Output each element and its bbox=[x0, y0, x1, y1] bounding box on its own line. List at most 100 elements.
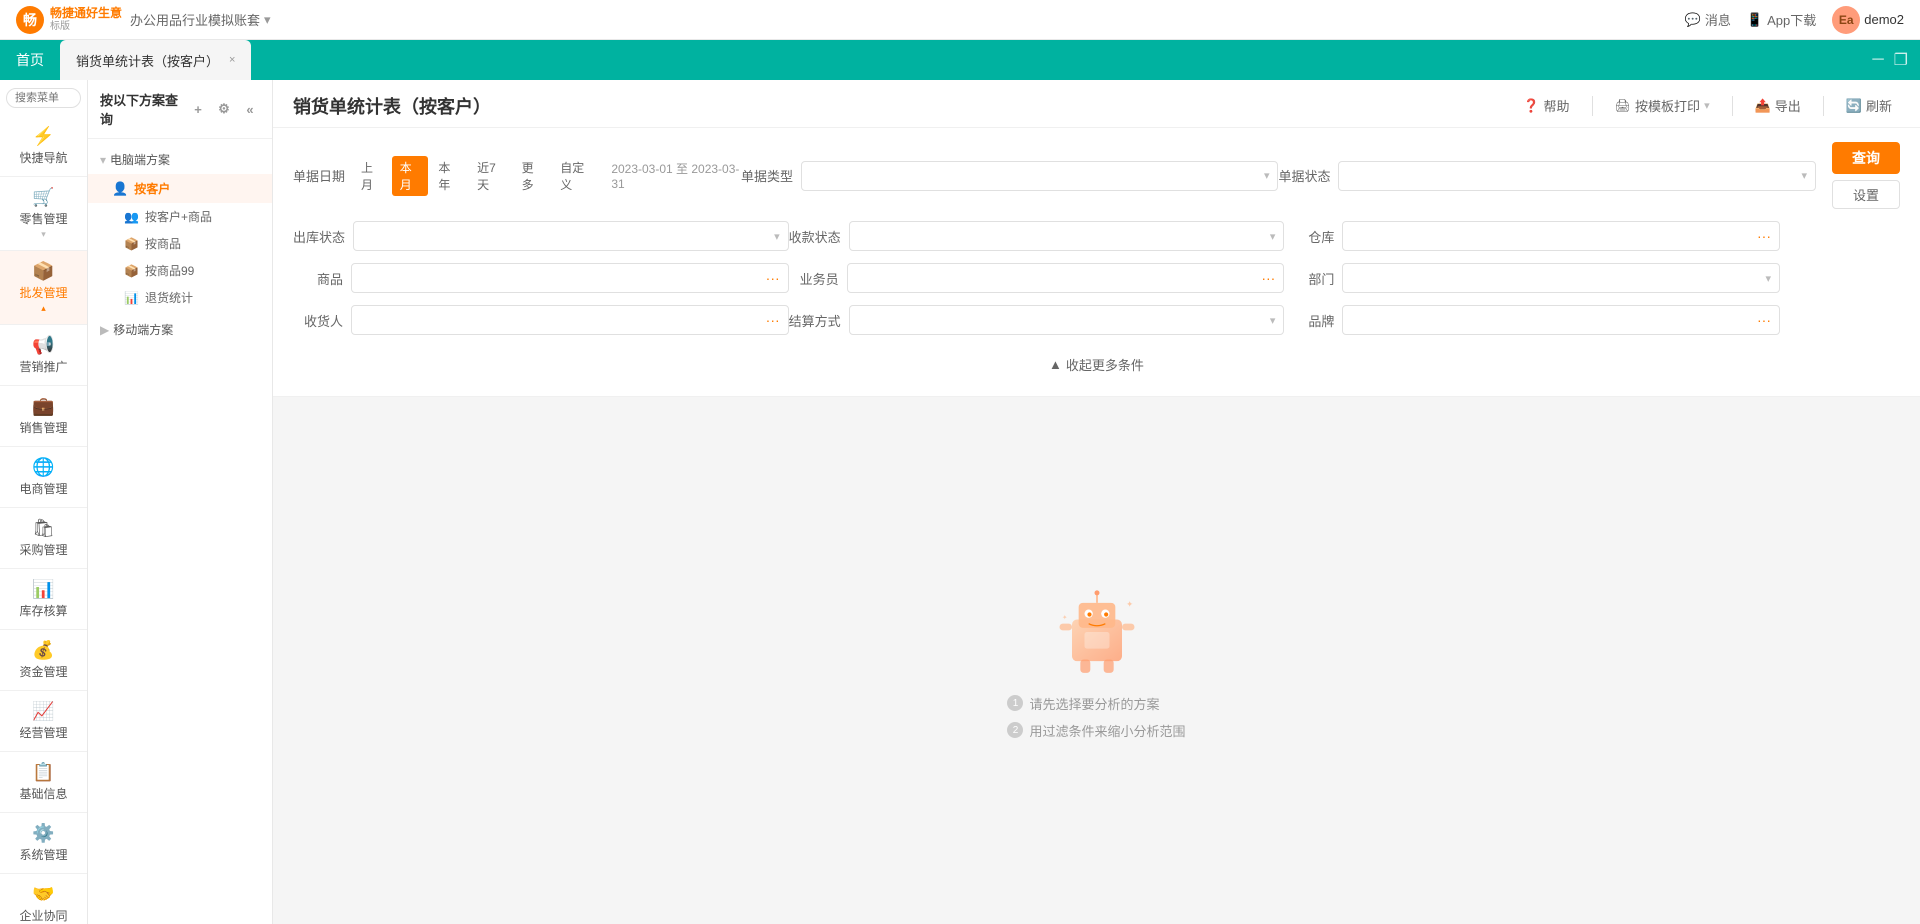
main-layout: ⚡ 快捷导航 🛒 零售管理 ▾ 📦 批发管理 ▴ 📢 营销推广 💼 销售管理 🌐… bbox=[0, 80, 1920, 924]
separator-2 bbox=[1732, 96, 1733, 116]
purchase-icon: 🛍 bbox=[32, 518, 55, 539]
sidebar-item-retail[interactable]: 🛒 零售管理 ▾ bbox=[0, 177, 87, 251]
help-button[interactable]: ❓ 帮助 bbox=[1515, 92, 1577, 119]
salesperson-label: 业务员 bbox=[789, 269, 839, 288]
collapse-conditions-button[interactable]: ▲ 收起更多条件 bbox=[293, 347, 1900, 382]
sidebar-item-inventory[interactable]: 📊 库存核算 bbox=[0, 569, 87, 630]
tab-home[interactable]: 首页 bbox=[0, 40, 60, 80]
order-status-input[interactable]: ▾ bbox=[1338, 161, 1816, 191]
message-button[interactable]: 💬 消息 bbox=[1685, 10, 1731, 29]
left-panel-header: 按以下方案查询 + ⚙ « bbox=[88, 80, 272, 139]
department-filter: 部门 ▾ bbox=[1284, 263, 1780, 293]
sidebar-item-operation[interactable]: 📈 经营管理 bbox=[0, 691, 87, 752]
app-download-icon: 📱 bbox=[1747, 12, 1763, 28]
user-profile[interactable]: Ea demo2 bbox=[1832, 6, 1904, 34]
warehouse-dots[interactable]: ··· bbox=[1757, 228, 1771, 244]
breadcrumb: 办公用品行业模拟账套 ▾ bbox=[130, 10, 271, 29]
app-download-button[interactable]: 📱 App下载 bbox=[1747, 10, 1816, 29]
collect-status-input[interactable]: ▾ bbox=[849, 221, 1285, 251]
order-type-filter: 单据类型 ▾ bbox=[741, 161, 1279, 191]
sidebar-item-sales[interactable]: 💼 销售管理 bbox=[0, 386, 87, 447]
tree-child-by-product[interactable]: 📦 按商品 bbox=[88, 230, 272, 257]
finance-icon: 💰 bbox=[32, 640, 54, 661]
brand-dots[interactable]: ··· bbox=[1757, 312, 1771, 328]
sidebar-item-cooperation[interactable]: 🤝 企业协同 bbox=[0, 874, 87, 924]
tree-child-by-product-99[interactable]: 📦 按商品99 bbox=[88, 257, 272, 284]
tree-child-customer-product[interactable]: 👥 按客户+商品 bbox=[88, 203, 272, 230]
date-tab-custom[interactable]: 自定义 bbox=[552, 156, 599, 196]
sidebar-item-purchase[interactable]: 🛍 采购管理 bbox=[0, 508, 87, 569]
tree-item-by-customer[interactable]: 👤 按客户 bbox=[88, 174, 272, 203]
mobile-group-header[interactable]: ▶ 移动端方案 bbox=[88, 315, 272, 344]
order-status-chevron: ▾ bbox=[1801, 169, 1807, 182]
receiver-input[interactable]: ··· bbox=[351, 305, 789, 335]
department-input[interactable]: ▾ bbox=[1342, 263, 1780, 293]
filter-actions: 查询 设置 bbox=[1832, 142, 1900, 209]
sidebar-item-basic[interactable]: 📋 基础信息 bbox=[0, 752, 87, 813]
date-tab-more[interactable]: 更多 bbox=[514, 156, 551, 196]
sidebar-item-quicknav[interactable]: ⚡ 快捷导航 bbox=[0, 116, 87, 177]
inventory-icon: 📊 bbox=[32, 579, 54, 600]
mobile-group-expand-icon: ▶ bbox=[100, 323, 109, 337]
customer-product-icon: 👥 bbox=[124, 210, 139, 224]
refresh-button[interactable]: 🔄 刷新 bbox=[1838, 92, 1900, 119]
department-chevron: ▾ bbox=[1765, 272, 1771, 285]
date-tab-last-month[interactable]: 上月 bbox=[353, 156, 390, 196]
top-bar-left: 畅 畅捷通好生意 标版 办公用品行业模拟账套 ▾ bbox=[16, 6, 271, 34]
page-header: 销货单统计表（按客户） ❓ 帮助 🖨 按模板打印 ▾ 📤 导出 bbox=[273, 80, 1920, 128]
sales-icon: 💼 bbox=[32, 396, 54, 417]
tab-close-button[interactable]: × bbox=[229, 54, 235, 66]
out-status-input[interactable]: ▾ bbox=[353, 221, 789, 251]
page-title: 销货单统计表（按客户） bbox=[293, 93, 491, 119]
brand-input[interactable]: ··· bbox=[1342, 305, 1780, 335]
search-input[interactable] bbox=[6, 88, 81, 108]
print-icon: 🖨 bbox=[1615, 98, 1632, 114]
desktop-group-header[interactable]: ▾ 电脑端方案 bbox=[88, 145, 272, 174]
logo-icon: 畅 bbox=[16, 6, 44, 34]
separator-3 bbox=[1823, 96, 1824, 116]
sidebar-item-wholesale[interactable]: 📦 批发管理 ▴ bbox=[0, 251, 87, 325]
sidebar-item-ecommerce[interactable]: 🌐 电商管理 bbox=[0, 447, 87, 508]
sidebar-item-system[interactable]: ⚙️ 系统管理 bbox=[0, 813, 87, 874]
tree-child-return-stats[interactable]: 📊 退货统计 bbox=[88, 284, 272, 311]
sidebar-item-finance[interactable]: 💰 资金管理 bbox=[0, 630, 87, 691]
date-tab-this-year[interactable]: 本年 bbox=[430, 156, 467, 196]
empty-tips: 1 请先选择要分析的方案 2 用过滤条件来缩小分析范围 bbox=[1007, 694, 1185, 740]
collapse-icon: ▲ bbox=[1049, 357, 1062, 372]
minimize-button[interactable]: ─ bbox=[1872, 51, 1883, 69]
restore-button[interactable]: ❐ bbox=[1894, 50, 1908, 70]
order-type-input[interactable]: ▾ bbox=[801, 161, 1279, 191]
settlement-input[interactable]: ▾ bbox=[849, 305, 1285, 335]
breadcrumb-dropdown-icon[interactable]: ▾ bbox=[264, 12, 271, 28]
export-button[interactable]: 📤 导出 bbox=[1747, 92, 1809, 119]
product-input[interactable]: ··· bbox=[351, 263, 789, 293]
tab-active[interactable]: 销货单统计表（按客户） × bbox=[60, 40, 251, 80]
order-status-filter: 单据状态 ▾ bbox=[1278, 161, 1816, 191]
collapse-panel-button[interactable]: « bbox=[240, 99, 260, 119]
tree-section: ▾ 电脑端方案 👤 按客户 👥 按客户+商品 📦 按商品 📦 按商品99 📊 bbox=[88, 139, 272, 350]
basic-icon: 📋 bbox=[32, 762, 54, 783]
receiver-dots[interactable]: ··· bbox=[766, 312, 780, 328]
sidebar-item-marketing[interactable]: 📢 营销推广 bbox=[0, 325, 87, 386]
salesperson-dots[interactable]: ··· bbox=[1261, 270, 1275, 286]
add-scheme-button[interactable]: + bbox=[188, 99, 208, 119]
logo-area: 畅 畅捷通好生意 标版 bbox=[16, 6, 122, 34]
scheme-settings-button[interactable]: ⚙ bbox=[214, 99, 234, 119]
query-button[interactable]: 查询 bbox=[1832, 142, 1900, 174]
warehouse-input[interactable]: ··· bbox=[1342, 221, 1780, 251]
avatar: Ea bbox=[1832, 6, 1860, 34]
print-button[interactable]: 🖨 按模板打印 ▾ bbox=[1607, 92, 1718, 119]
out-status-chevron: ▾ bbox=[774, 230, 780, 243]
date-tab-this-month[interactable]: 本月 bbox=[392, 156, 429, 196]
product-label: 商品 bbox=[293, 269, 343, 288]
help-icon: ❓ bbox=[1523, 98, 1539, 114]
date-tab-7days[interactable]: 近7天 bbox=[469, 156, 511, 196]
collect-status-filter: 收款状态 ▾ bbox=[789, 221, 1285, 251]
setting-button[interactable]: 设置 bbox=[1832, 180, 1900, 209]
product-filter: 商品 ··· bbox=[293, 263, 789, 293]
left-panel-title: 按以下方案查询 bbox=[100, 90, 182, 128]
left-panel-actions: + ⚙ « bbox=[188, 99, 260, 119]
product-dots[interactable]: ··· bbox=[766, 270, 780, 286]
salesperson-input[interactable]: ··· bbox=[847, 263, 1285, 293]
date-filter-label: 单据日期 bbox=[293, 166, 345, 185]
